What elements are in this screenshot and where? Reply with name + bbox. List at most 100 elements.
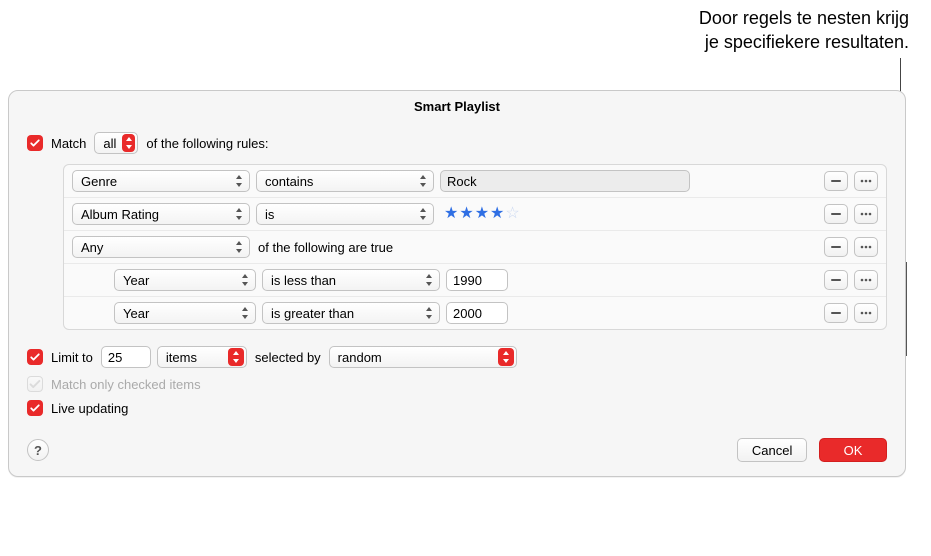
help-icon: ? <box>34 443 42 458</box>
rating-stars[interactable]: ★ ★ ★ ★ ☆ <box>444 206 520 222</box>
rule-row: Genre contains Rock <box>64 165 886 197</box>
annotation-line-1: Door regels te nesten krijg <box>699 6 909 30</box>
match-checked-row: Match only checked items <box>27 372 887 396</box>
operator-value: contains <box>265 174 313 189</box>
field-select[interactable]: Year <box>114 302 256 324</box>
minus-icon <box>830 274 842 286</box>
limit-count-value: 25 <box>108 350 122 365</box>
value-text: 1990 <box>453 273 482 288</box>
field-select[interactable]: Album Rating <box>72 203 250 225</box>
remove-rule-button[interactable] <box>824 270 848 290</box>
ellipsis-icon <box>860 175 872 187</box>
dialog-footer: ? Cancel OK <box>9 420 905 462</box>
remove-rule-button[interactable] <box>824 237 848 257</box>
updown-icon <box>231 172 247 190</box>
annotation-caption: Door regels te nesten krijg je specifiek… <box>699 6 909 55</box>
match-suffix: of the following rules: <box>144 136 270 151</box>
match-mode-value: all <box>103 136 116 151</box>
operator-value: is greater than <box>271 306 354 321</box>
limit-by-value: random <box>338 350 382 365</box>
field-select[interactable]: Year <box>114 269 256 291</box>
updown-icon <box>228 348 244 366</box>
rules-container: Genre contains Rock <box>63 164 887 330</box>
limit-unit-select[interactable]: items <box>157 346 247 368</box>
cancel-label: Cancel <box>752 443 792 458</box>
match-checked-label: Match only checked items <box>49 377 203 392</box>
star-icon: ★ <box>444 206 458 222</box>
minus-icon <box>830 307 842 319</box>
value-text: 2000 <box>453 306 482 321</box>
match-row: Match all of the following rules: <box>27 128 887 158</box>
dialog-content: Match all of the following rules: Genre … <box>9 128 905 420</box>
limit-count-input[interactable]: 25 <box>101 346 151 368</box>
cancel-button[interactable]: Cancel <box>737 438 807 462</box>
annotation-line-2: je specifiekere resultaten. <box>699 30 909 54</box>
operator-value: is less than <box>271 273 336 288</box>
match-mode-select[interactable]: all <box>94 132 138 154</box>
limit-label: Limit to <box>49 350 95 365</box>
updown-icon <box>421 304 437 322</box>
field-value: Genre <box>81 174 117 189</box>
nested-rule-row: Year is greater than 2000 <box>64 296 886 329</box>
value-input[interactable]: Rock <box>440 170 690 192</box>
match-checked-checkbox <box>27 376 43 392</box>
value-text: Rock <box>447 174 477 189</box>
operator-select[interactable]: is <box>256 203 434 225</box>
add-rule-button[interactable] <box>854 303 878 323</box>
operator-select[interactable]: contains <box>256 170 434 192</box>
live-updating-label: Live updating <box>49 401 130 416</box>
updown-icon <box>415 205 431 223</box>
operator-value: is <box>265 207 274 222</box>
ellipsis-icon <box>860 307 872 319</box>
limit-by-select[interactable]: random <box>329 346 517 368</box>
smart-playlist-dialog: Smart Playlist Match all of the followin… <box>8 90 906 477</box>
updown-icon <box>231 238 247 256</box>
nested-rule-header: Any of the following are true <box>64 230 886 263</box>
nested-mode-select[interactable]: Any <box>72 236 250 258</box>
limit-unit-value: items <box>166 350 197 365</box>
field-value: Year <box>123 306 149 321</box>
match-prefix: Match <box>49 136 88 151</box>
limit-by-label: selected by <box>253 350 323 365</box>
star-icon: ★ <box>475 206 489 222</box>
field-select[interactable]: Genre <box>72 170 250 192</box>
add-rule-button[interactable] <box>854 270 878 290</box>
nested-header-text: of the following are true <box>256 240 395 255</box>
minus-icon <box>830 241 842 253</box>
dialog-title: Smart Playlist <box>9 91 905 128</box>
rule-row: Album Rating is ★ ★ ★ ★ ☆ <box>64 197 886 230</box>
footer-buttons: Cancel OK <box>729 438 887 462</box>
value-input[interactable]: 1990 <box>446 269 508 291</box>
ok-button[interactable]: OK <box>819 438 887 462</box>
help-button[interactable]: ? <box>27 439 49 461</box>
updown-icon <box>421 271 437 289</box>
remove-rule-button[interactable] <box>824 171 848 191</box>
updown-icon <box>415 172 431 190</box>
updown-icon <box>498 348 514 366</box>
add-rule-button[interactable] <box>854 237 878 257</box>
add-rule-button[interactable] <box>854 171 878 191</box>
remove-rule-button[interactable] <box>824 303 848 323</box>
limit-checkbox[interactable] <box>27 349 43 365</box>
star-icon: ☆ <box>505 206 519 222</box>
nested-rule-row: Year is less than 1990 <box>64 263 886 296</box>
value-input[interactable]: 2000 <box>446 302 508 324</box>
ellipsis-icon <box>860 274 872 286</box>
limit-row: Limit to 25 items selected by random <box>27 342 887 372</box>
ellipsis-icon <box>860 208 872 220</box>
add-rule-button[interactable] <box>854 204 878 224</box>
star-icon: ★ <box>490 206 504 222</box>
live-updating-checkbox[interactable] <box>27 400 43 416</box>
field-value: Album Rating <box>81 207 159 222</box>
ellipsis-icon <box>860 241 872 253</box>
remove-rule-button[interactable] <box>824 204 848 224</box>
operator-select[interactable]: is greater than <box>262 302 440 324</box>
updown-icon <box>231 205 247 223</box>
match-checkbox[interactable] <box>27 135 43 151</box>
nested-mode-value: Any <box>81 240 103 255</box>
star-icon: ★ <box>459 206 473 222</box>
field-value: Year <box>123 273 149 288</box>
minus-icon <box>830 208 842 220</box>
operator-select[interactable]: is less than <box>262 269 440 291</box>
updown-icon <box>237 271 253 289</box>
